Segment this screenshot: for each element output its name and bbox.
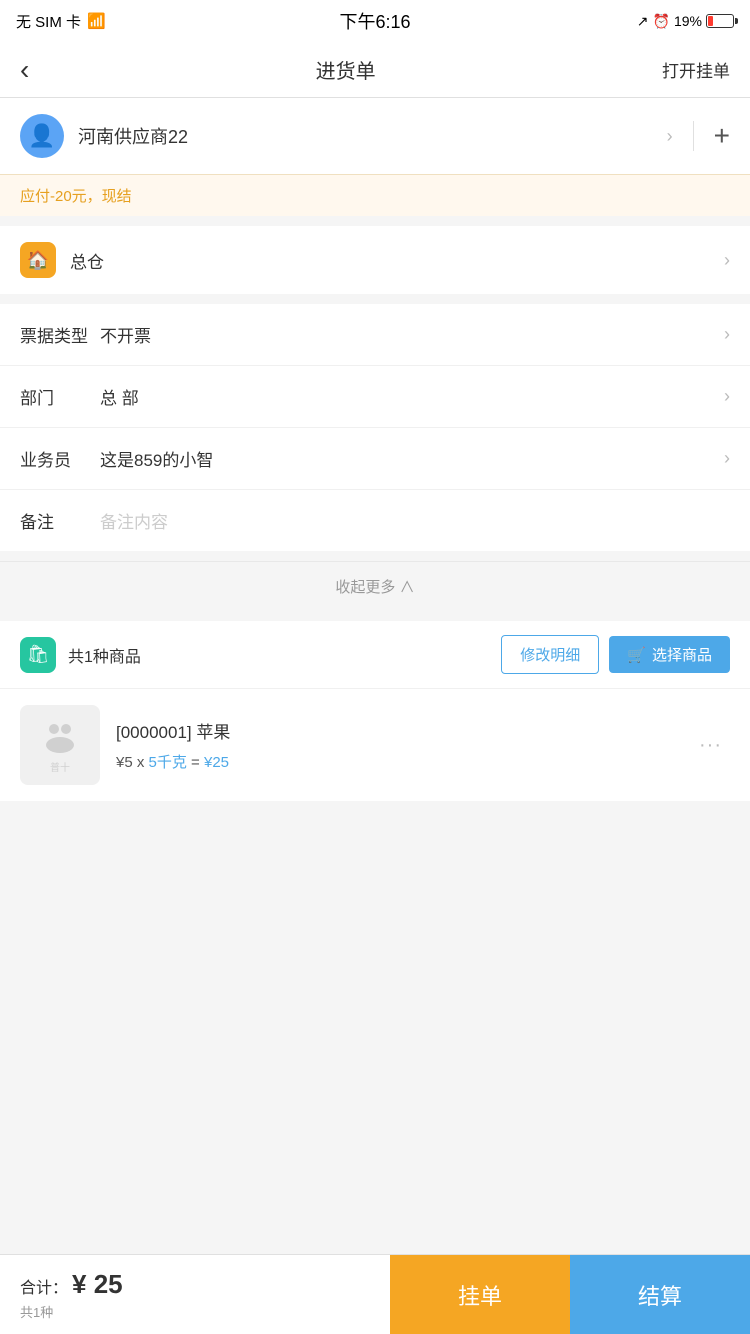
remark-placeholder: 备注内容 <box>100 508 730 533</box>
product-thumbnail: 普十 <box>20 705 100 785</box>
form-section: 票据类型 不开票 › 部门 总 部 › 业务员 这是859的小智 › 备注 备注… <box>0 304 750 551</box>
warehouse-row[interactable]: 🏠 总仓 › <box>0 226 750 294</box>
select-products-icon: 🛒 <box>627 646 646 664</box>
product-total: ¥25 <box>204 754 229 771</box>
total-count: 共1种 <box>20 1302 370 1321</box>
collapse-text: 收起更多 ∧ <box>335 579 414 596</box>
supplier-section: 👤 河南供应商22 › + 应付-20元，现结 <box>0 98 750 216</box>
invoice-type-row[interactable]: 票据类型 不开票 › <box>0 304 750 366</box>
supplier-avatar-icon: 👤 <box>28 123 55 149</box>
department-chevron-icon: › <box>724 386 730 407</box>
select-products-button[interactable]: 🛒 选择商品 <box>609 636 730 673</box>
product-multiply: x <box>137 754 149 771</box>
warehouse-section: 🏠 总仓 › <box>0 226 750 294</box>
alarm-icon: ⏰ <box>653 13 670 30</box>
salesperson-value: 这是859的小智 <box>100 446 724 471</box>
product-name: [0000001] 苹果 <box>116 718 691 743</box>
total-section: 合计： ¥ 25 共1种 <box>0 1259 390 1331</box>
status-time: 下午6:16 <box>339 8 410 34</box>
hang-order-button[interactable]: 挂单 <box>390 1255 570 1334</box>
total-amount: ¥ 25 <box>72 1269 123 1300</box>
battery-icon <box>706 14 734 28</box>
select-products-label: 选择商品 <box>652 644 712 665</box>
supplier-divider <box>693 121 694 151</box>
invoice-type-chevron-icon: › <box>724 324 730 345</box>
product-more-button[interactable]: ··· <box>691 730 730 761</box>
notice-text: 应付-20元，现结 <box>20 188 132 205</box>
total-row: 合计： ¥ 25 <box>20 1269 370 1300</box>
supplier-name: 河南供应商22 <box>78 123 667 149</box>
status-left: 无 SIM 卡 📶 <box>16 11 106 32</box>
warehouse-name: 总仓 <box>70 248 724 273</box>
bottom-bar: 合计： ¥ 25 共1种 挂单 结算 <box>0 1254 750 1334</box>
product-price: ¥5 x 5千克 = ¥25 <box>116 751 691 772</box>
collapse-bar[interactable]: 收起更多 ∧ <box>0 561 750 611</box>
remark-row[interactable]: 备注 备注内容 <box>0 490 750 551</box>
product-equals: = <box>191 754 204 771</box>
carrier-text: 无 SIM 卡 <box>16 11 81 32</box>
warehouse-chevron-icon: › <box>724 250 730 271</box>
page-title: 进货单 <box>316 55 376 84</box>
products-section: 🛍 共1种商品 修改明细 🛒 选择商品 普十 <box>0 621 750 801</box>
checkout-button[interactable]: 结算 <box>570 1255 750 1334</box>
wifi-icon: 📶 <box>87 12 106 30</box>
invoice-type-label: 票据类型 <box>20 322 100 347</box>
products-header: 🛍 共1种商品 修改明细 🛒 选择商品 <box>0 621 750 689</box>
remark-label: 备注 <box>20 508 100 533</box>
status-bar: 无 SIM 卡 📶 下午6:16 ↗ ⏰ 19% <box>0 0 750 42</box>
department-value: 总 部 <box>100 384 724 409</box>
main-content: 👤 河南供应商22 › + 应付-20元，现结 🏠 总仓 › 票据类型 不开票 … <box>0 98 750 891</box>
salesperson-chevron-icon: › <box>724 448 730 469</box>
nav-bar: ‹ 进货单 打开挂单 <box>0 42 750 98</box>
product-thumb-placeholder: 普十 <box>40 717 80 774</box>
shopping-bag-icon: 🛍 <box>27 644 50 665</box>
products-count: 共1种商品 <box>68 643 501 667</box>
status-right: ↗ ⏰ 19% <box>637 13 734 30</box>
supplier-avatar: 👤 <box>20 114 64 158</box>
supplier-row[interactable]: 👤 河南供应商22 › + <box>0 98 750 174</box>
product-item: 普十 [0000001] 苹果 ¥5 x 5千克 = ¥25 ··· <box>0 689 750 801</box>
warehouse-icon: 🏠 <box>20 242 56 278</box>
warehouse-symbol: 🏠 <box>27 250 49 271</box>
department-label: 部门 <box>20 384 100 409</box>
product-unit-price: ¥5 <box>116 754 133 771</box>
department-row[interactable]: 部门 总 部 › <box>0 366 750 428</box>
battery-percent: 19% <box>674 13 702 29</box>
total-label: 合计： <box>20 1274 68 1298</box>
salesperson-row[interactable]: 业务员 这是859的小智 › <box>0 428 750 490</box>
open-pending-button[interactable]: 打开挂单 <box>662 57 730 82</box>
notice-bar: 应付-20元，现结 <box>0 174 750 216</box>
product-info: [0000001] 苹果 ¥5 x 5千克 = ¥25 <box>116 718 691 772</box>
edit-details-button[interactable]: 修改明细 <box>501 635 599 674</box>
invoice-type-value: 不开票 <box>100 322 724 347</box>
salesperson-label: 业务员 <box>20 446 100 471</box>
location-icon: ↗ <box>637 13 649 30</box>
add-supplier-button[interactable]: + <box>714 120 730 152</box>
back-button[interactable]: ‹ <box>20 54 29 86</box>
product-qty: 5千克 <box>149 754 187 771</box>
products-icon: 🛍 <box>20 637 56 673</box>
supplier-chevron-icon: › <box>667 126 673 147</box>
